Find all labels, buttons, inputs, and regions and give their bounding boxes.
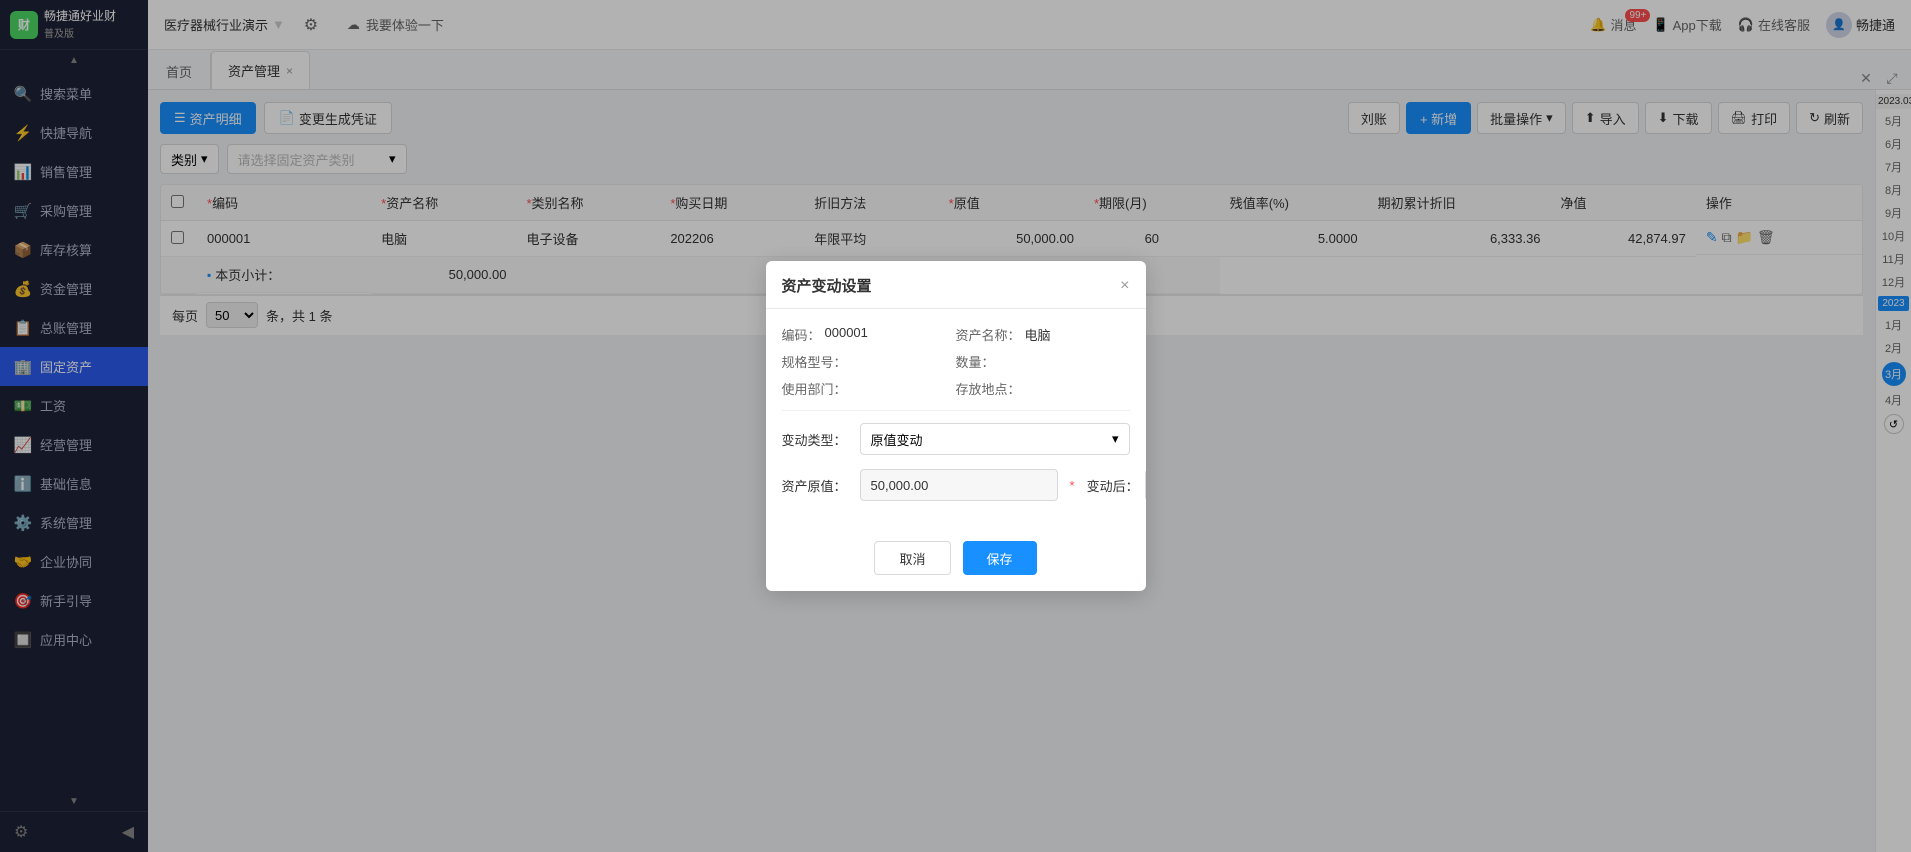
modal-overlay: 资产变动设置 × 编码： 000001 资产名称： 电脑 规格型号： 数量：: [0, 0, 1911, 852]
after-value-input[interactable]: [1145, 469, 1146, 501]
modal-header: 资产变动设置 ×: [766, 261, 1146, 309]
change-type-select[interactable]: 原值变动 ▾: [860, 423, 1130, 455]
change-type-row: 变动类型： 原值变动 ▾: [782, 423, 1130, 455]
modal-quantity-field: 数量：: [956, 352, 1130, 371]
modal-location-field: 存放地点：: [956, 379, 1130, 398]
original-value-input: [860, 469, 1058, 501]
modal-body: 编码： 000001 资产名称： 电脑 规格型号： 数量： 使用部门：: [766, 309, 1146, 531]
required-mark: *: [1070, 478, 1075, 493]
modal-footer: 取消 保存: [766, 531, 1146, 591]
save-button[interactable]: 保存: [963, 541, 1037, 575]
modal-info-grid: 编码： 000001 资产名称： 电脑 规格型号： 数量： 使用部门：: [782, 325, 1130, 411]
modal-close-button[interactable]: ×: [1120, 277, 1129, 295]
modal-title: 资产变动设置: [782, 275, 872, 296]
chevron-down-icon: ▾: [1112, 431, 1119, 447]
modal-spec-field: 规格型号：: [782, 352, 956, 371]
modal-code-field: 编码： 000001: [782, 325, 956, 344]
modal-dept-field: 使用部门：: [782, 379, 956, 398]
cancel-button[interactable]: 取消: [874, 541, 950, 575]
modal-name-field: 资产名称： 电脑: [956, 325, 1130, 344]
original-value-row: 资产原值： * 变动后：: [782, 469, 1130, 501]
asset-change-modal: 资产变动设置 × 编码： 000001 资产名称： 电脑 规格型号： 数量：: [766, 261, 1146, 591]
